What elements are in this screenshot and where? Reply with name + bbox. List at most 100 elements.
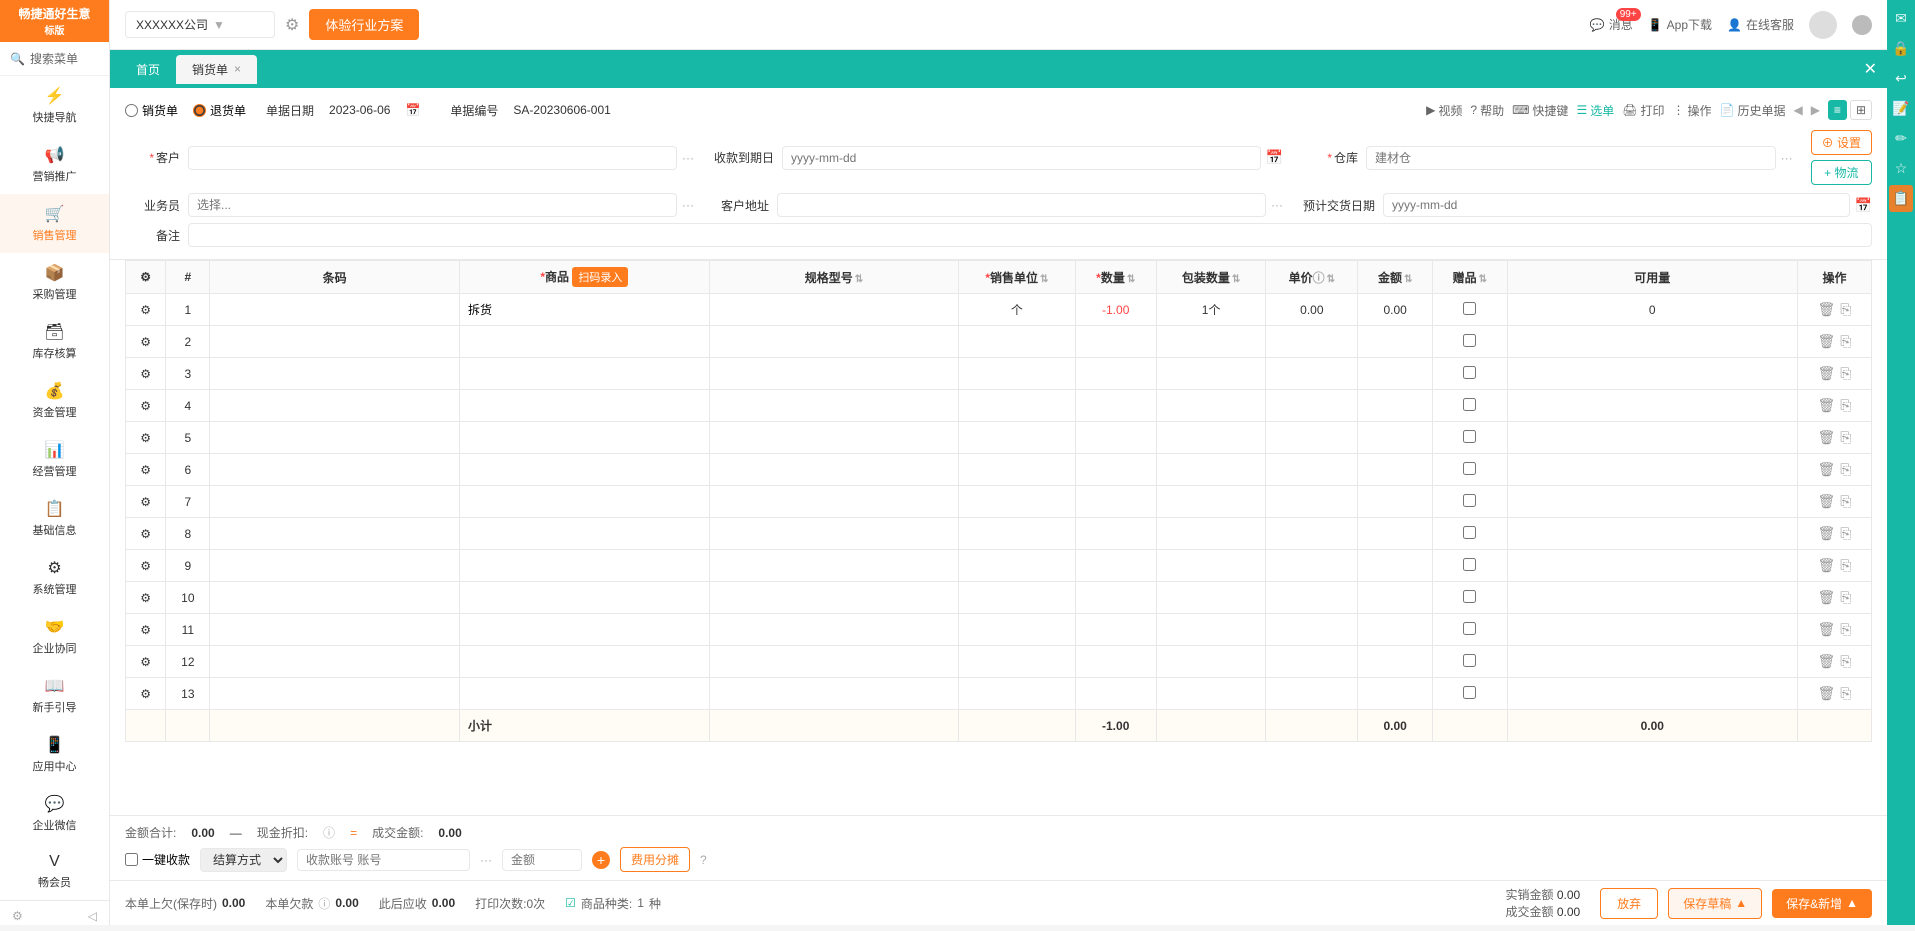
cell-barcode-10[interactable]	[210, 614, 460, 646]
app-download-button[interactable]: 📱 App下载	[1648, 16, 1712, 33]
video-btn[interactable]: ▶ 视频	[1426, 102, 1462, 119]
copy-icon-7[interactable]: ⎘	[1840, 525, 1851, 542]
avatar[interactable]	[1809, 11, 1837, 39]
sidebar-item-系统管理[interactable]: ⚙系统管理	[0, 548, 109, 607]
cell-gift-2[interactable]	[1432, 358, 1507, 390]
rp-undo-icon[interactable]: ↩	[1893, 65, 1909, 92]
sidebar-item-企业微信[interactable]: 💬企业微信	[0, 784, 109, 843]
discard-button[interactable]: 放弃	[1600, 888, 1658, 919]
close-window-icon[interactable]: ✕	[1864, 59, 1877, 79]
copy-icon-3[interactable]: ⎘	[1840, 397, 1851, 414]
cell-gift-7[interactable]	[1432, 518, 1507, 550]
cell-product-7[interactable]	[460, 518, 710, 550]
sidebar-item-基础信息[interactable]: 📋基础信息	[0, 489, 109, 548]
company-selector[interactable]: XXXXXX公司 ▼	[125, 11, 275, 38]
cell-product-6[interactable]	[460, 486, 710, 518]
expected-date-input[interactable]	[1383, 193, 1850, 217]
view-list-btn[interactable]: ≡	[1828, 100, 1847, 120]
radio-sale-order[interactable]: 销货单	[125, 102, 178, 119]
salesperson-more-icon[interactable]: ···	[682, 198, 694, 212]
customer-input[interactable]	[188, 146, 677, 170]
cell-amount-2[interactable]	[1358, 358, 1433, 390]
cell-barcode-3[interactable]	[210, 390, 460, 422]
customer-addr-input[interactable]	[777, 193, 1266, 217]
cell-unit-8[interactable]	[959, 550, 1075, 582]
cell-barcode-0[interactable]	[210, 294, 460, 326]
print-btn[interactable]: 🖨 打印	[1622, 102, 1664, 119]
cell-amount-4[interactable]	[1358, 422, 1433, 454]
sidebar-item-企业协同[interactable]: 🤝企业协同	[0, 607, 109, 666]
avatar2[interactable]	[1852, 15, 1872, 35]
cell-price-3[interactable]	[1266, 390, 1358, 422]
message-button[interactable]: 💬 消息 99+	[1590, 16, 1633, 33]
product-types-icon[interactable]: ☑	[565, 896, 576, 910]
nav-next-icon[interactable]: ▶	[1811, 103, 1820, 117]
cell-amount-1[interactable]	[1358, 326, 1433, 358]
account-more-icon[interactable]: ···	[480, 853, 492, 867]
debt-info-icon[interactable]: ⓘ	[318, 895, 330, 912]
copy-icon-0[interactable]: ⎘	[1840, 301, 1851, 318]
delete-icon-11[interactable]: 🗑	[1817, 653, 1835, 670]
cell-price-9[interactable]	[1266, 582, 1358, 614]
cell-qty-0[interactable]: -1.00	[1075, 294, 1156, 326]
cell-unit-0[interactable]: 个	[959, 294, 1075, 326]
cell-spec-3[interactable]	[709, 390, 959, 422]
copy-icon-5[interactable]: ⎘	[1840, 461, 1851, 478]
set-button[interactable]: ⊕ 设置	[1811, 130, 1872, 155]
delete-icon-5[interactable]: 🗑	[1817, 461, 1835, 478]
nav-prev-icon[interactable]: ◀	[1793, 103, 1802, 117]
cell-barcode-1[interactable]	[210, 326, 460, 358]
add-payment-button[interactable]: +	[592, 851, 610, 869]
cell-spec-8[interactable]	[709, 550, 959, 582]
cell-price-4[interactable]	[1266, 422, 1358, 454]
cell-qty-1[interactable]	[1075, 326, 1156, 358]
cell-price-2[interactable]	[1266, 358, 1358, 390]
cell-product-3[interactable]	[460, 390, 710, 422]
cell-unit-4[interactable]	[959, 422, 1075, 454]
cell-price-8[interactable]	[1266, 550, 1358, 582]
cell-gift-12[interactable]	[1432, 678, 1507, 710]
tab-close-icon[interactable]: ×	[234, 62, 241, 76]
cell-spec-11[interactable]	[709, 646, 959, 678]
cell-unit-7[interactable]	[959, 518, 1075, 550]
copy-icon-10[interactable]: ⎘	[1840, 621, 1851, 638]
sidebar-item-畅会员[interactable]: V畅会员	[0, 843, 109, 900]
cell-barcode-9[interactable]	[210, 582, 460, 614]
cell-price-11[interactable]	[1266, 646, 1358, 678]
rp-edit-icon[interactable]: ✏	[1893, 125, 1909, 152]
online-service-button[interactable]: 👤 在线客服	[1727, 16, 1794, 33]
delete-icon-4[interactable]: 🗑	[1817, 429, 1835, 446]
cell-spec-0[interactable]	[709, 294, 959, 326]
cell-product-10[interactable]	[460, 614, 710, 646]
cell-spec-4[interactable]	[709, 422, 959, 454]
cell-unit-6[interactable]	[959, 486, 1075, 518]
equals-icon[interactable]: =	[350, 826, 357, 840]
sidebar-item-应用中心[interactable]: 📱应用中心	[0, 725, 109, 784]
shortcut-btn[interactable]: ⌨ 快捷键	[1512, 102, 1568, 119]
cell-amount-9[interactable]	[1358, 582, 1433, 614]
cell-barcode-11[interactable]	[210, 646, 460, 678]
th-settings[interactable]: ⚙	[126, 261, 166, 294]
cell-pkgqty-4[interactable]	[1156, 422, 1265, 454]
delete-icon-10[interactable]: 🗑	[1817, 621, 1835, 638]
cell-unit-3[interactable]	[959, 390, 1075, 422]
sidebar-item-销售管理[interactable]: 🛒销售管理	[0, 194, 109, 253]
cell-qty-6[interactable]	[1075, 486, 1156, 518]
cell-pkgqty-0[interactable]: 1个	[1156, 294, 1265, 326]
fee-help-icon[interactable]: ?	[700, 853, 707, 867]
cell-spec-10[interactable]	[709, 614, 959, 646]
cell-barcode-7[interactable]	[210, 518, 460, 550]
settings-icon[interactable]: ⚙	[12, 909, 23, 923]
copy-icon-8[interactable]: ⎘	[1840, 557, 1851, 574]
tab-home[interactable]: 首页	[120, 55, 176, 84]
cell-price-0[interactable]: 0.00	[1266, 294, 1358, 326]
cell-amount-3[interactable]	[1358, 390, 1433, 422]
radio-return-order[interactable]: 退货单	[193, 102, 246, 119]
collapse-icon[interactable]: ◁	[88, 909, 97, 923]
cell-unit-9[interactable]	[959, 582, 1075, 614]
save-draft-button[interactable]: 保存草稿 ▲	[1668, 888, 1762, 919]
delete-icon-2[interactable]: 🗑	[1817, 365, 1835, 382]
cell-amount-8[interactable]	[1358, 550, 1433, 582]
view-grid-btn[interactable]: ⊞	[1850, 100, 1872, 120]
one-click-payment-checkbox[interactable]: 一键收款	[125, 851, 190, 868]
